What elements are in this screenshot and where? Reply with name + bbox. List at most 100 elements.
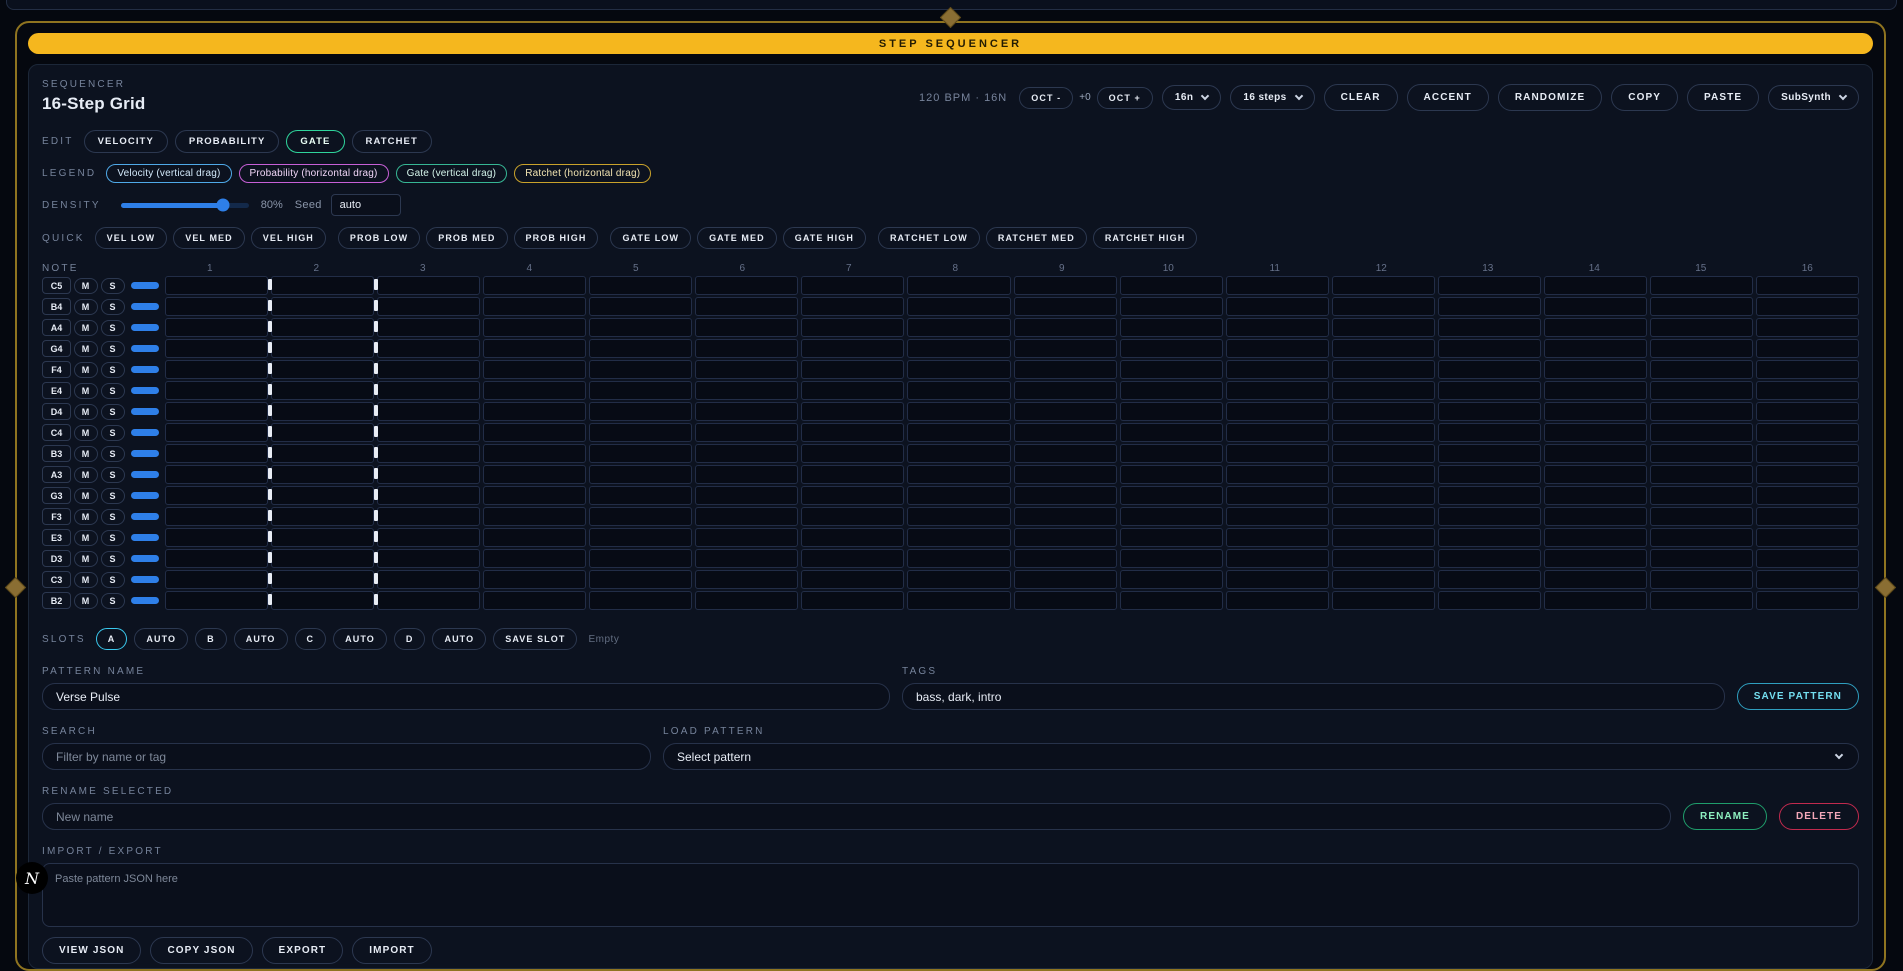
copy-json-button[interactable]: COPY JSON xyxy=(150,937,253,964)
step-cell-14[interactable] xyxy=(1543,507,1647,526)
step-cell-12[interactable] xyxy=(1331,507,1435,526)
step-cell-3[interactable] xyxy=(374,339,481,358)
row-velocity-bar[interactable] xyxy=(131,513,159,520)
pattern-name-input[interactable] xyxy=(42,683,890,710)
step-cell-11[interactable] xyxy=(1225,339,1329,358)
step-cell-8[interactable] xyxy=(907,381,1011,400)
step-cell-3[interactable] xyxy=(374,591,481,610)
step-cell-1[interactable] xyxy=(165,402,269,421)
rename-input[interactable] xyxy=(42,803,1671,830)
step-cell-16[interactable] xyxy=(1755,318,1859,337)
step-cell-1[interactable] xyxy=(165,549,269,568)
step-cell-3[interactable] xyxy=(374,381,481,400)
step-cell-2[interactable] xyxy=(268,276,375,295)
step-cell-16[interactable] xyxy=(1755,486,1859,505)
slot-auto-3[interactable]: AUTO xyxy=(233,628,288,650)
step-cell-8[interactable] xyxy=(907,318,1011,337)
quick-gate-high[interactable]: GATE HIGH xyxy=(782,227,866,249)
step-cell-6[interactable] xyxy=(695,549,799,568)
step-cell-15[interactable] xyxy=(1649,570,1753,589)
step-cell-14[interactable] xyxy=(1543,444,1647,463)
step-cell-1[interactable] xyxy=(165,297,269,316)
accent-button[interactable]: ACCENT xyxy=(1406,84,1489,111)
step-cell-13[interactable] xyxy=(1437,444,1541,463)
mute-button[interactable]: M xyxy=(74,466,98,483)
solo-button[interactable]: S xyxy=(101,340,125,357)
step-cell-16[interactable] xyxy=(1755,465,1859,484)
step-cell-11[interactable] xyxy=(1225,528,1329,547)
quick-vel-low[interactable]: VEL LOW xyxy=(94,227,168,249)
step-cell-12[interactable] xyxy=(1331,276,1435,295)
solo-button[interactable]: S xyxy=(101,298,125,315)
slot-auto-1[interactable]: AUTO xyxy=(134,628,189,650)
step-cell-12[interactable] xyxy=(1331,549,1435,568)
step-cell-14[interactable] xyxy=(1543,276,1647,295)
step-cell-1[interactable] xyxy=(165,444,269,463)
step-cell-6[interactable] xyxy=(695,276,799,295)
slot-a-0[interactable]: A xyxy=(95,628,128,650)
mute-button[interactable]: M xyxy=(74,403,98,420)
step-cell-12[interactable] xyxy=(1331,444,1435,463)
seed-input[interactable] xyxy=(330,194,401,216)
steps-select[interactable]: 16 steps xyxy=(1230,85,1315,110)
mute-button[interactable]: M xyxy=(74,592,98,609)
step-cell-15[interactable] xyxy=(1649,276,1753,295)
step-cell-12[interactable] xyxy=(1331,423,1435,442)
step-cell-9[interactable] xyxy=(1013,276,1117,295)
step-cell-4[interactable] xyxy=(483,444,587,463)
step-cell-11[interactable] xyxy=(1225,486,1329,505)
step-cell-14[interactable] xyxy=(1543,360,1647,379)
step-cell-13[interactable] xyxy=(1437,507,1541,526)
step-cell-10[interactable] xyxy=(1119,507,1223,526)
step-cell-11[interactable] xyxy=(1225,276,1329,295)
step-cell-2[interactable] xyxy=(268,591,375,610)
step-cell-9[interactable] xyxy=(1013,528,1117,547)
step-cell-7[interactable] xyxy=(801,381,905,400)
solo-button[interactable]: S xyxy=(101,277,125,294)
step-cell-10[interactable] xyxy=(1119,486,1223,505)
step-cell-14[interactable] xyxy=(1543,318,1647,337)
step-cell-6[interactable] xyxy=(695,297,799,316)
step-cell-7[interactable] xyxy=(801,360,905,379)
step-cell-15[interactable] xyxy=(1649,339,1753,358)
step-cell-5[interactable] xyxy=(589,528,693,547)
step-cell-13[interactable] xyxy=(1437,381,1541,400)
rename-button[interactable]: RENAME xyxy=(1683,803,1767,830)
quick-gate-med[interactable]: GATE MED xyxy=(697,227,777,249)
solo-button[interactable]: S xyxy=(101,382,125,399)
step-cell-16[interactable] xyxy=(1755,444,1859,463)
step-cell-1[interactable] xyxy=(165,528,269,547)
step-cell-7[interactable] xyxy=(801,486,905,505)
step-cell-11[interactable] xyxy=(1225,297,1329,316)
step-cell-4[interactable] xyxy=(483,528,587,547)
step-cell-15[interactable] xyxy=(1649,528,1753,547)
step-cell-1[interactable] xyxy=(165,318,269,337)
step-cell-15[interactable] xyxy=(1649,318,1753,337)
step-cell-6[interactable] xyxy=(695,339,799,358)
quick-prob-low[interactable]: PROB LOW xyxy=(337,227,421,249)
step-cell-4[interactable] xyxy=(483,570,587,589)
step-cell-9[interactable] xyxy=(1013,381,1117,400)
slot-b-2[interactable]: B xyxy=(195,628,227,650)
step-cell-14[interactable] xyxy=(1543,591,1647,610)
step-cell-5[interactable] xyxy=(589,423,693,442)
copy-button[interactable]: COPY xyxy=(1611,84,1679,111)
clear-button[interactable]: CLEAR xyxy=(1323,84,1398,111)
step-cell-3[interactable] xyxy=(374,444,481,463)
row-velocity-bar[interactable] xyxy=(131,534,159,541)
step-cell-1[interactable] xyxy=(165,360,269,379)
step-cell-12[interactable] xyxy=(1331,402,1435,421)
step-cell-4[interactable] xyxy=(483,360,587,379)
step-cell-10[interactable] xyxy=(1119,591,1223,610)
octave-up-button[interactable]: OCT + xyxy=(1096,86,1153,109)
solo-button[interactable]: S xyxy=(101,508,125,525)
step-cell-9[interactable] xyxy=(1013,570,1117,589)
step-cell-2[interactable] xyxy=(268,360,375,379)
quick-prob-high[interactable]: PROB HIGH xyxy=(513,227,599,249)
row-velocity-bar[interactable] xyxy=(131,303,159,310)
step-cell-12[interactable] xyxy=(1331,297,1435,316)
solo-button[interactable]: S xyxy=(101,361,125,378)
step-cell-6[interactable] xyxy=(695,318,799,337)
step-cell-12[interactable] xyxy=(1331,318,1435,337)
solo-button[interactable]: S xyxy=(101,319,125,336)
